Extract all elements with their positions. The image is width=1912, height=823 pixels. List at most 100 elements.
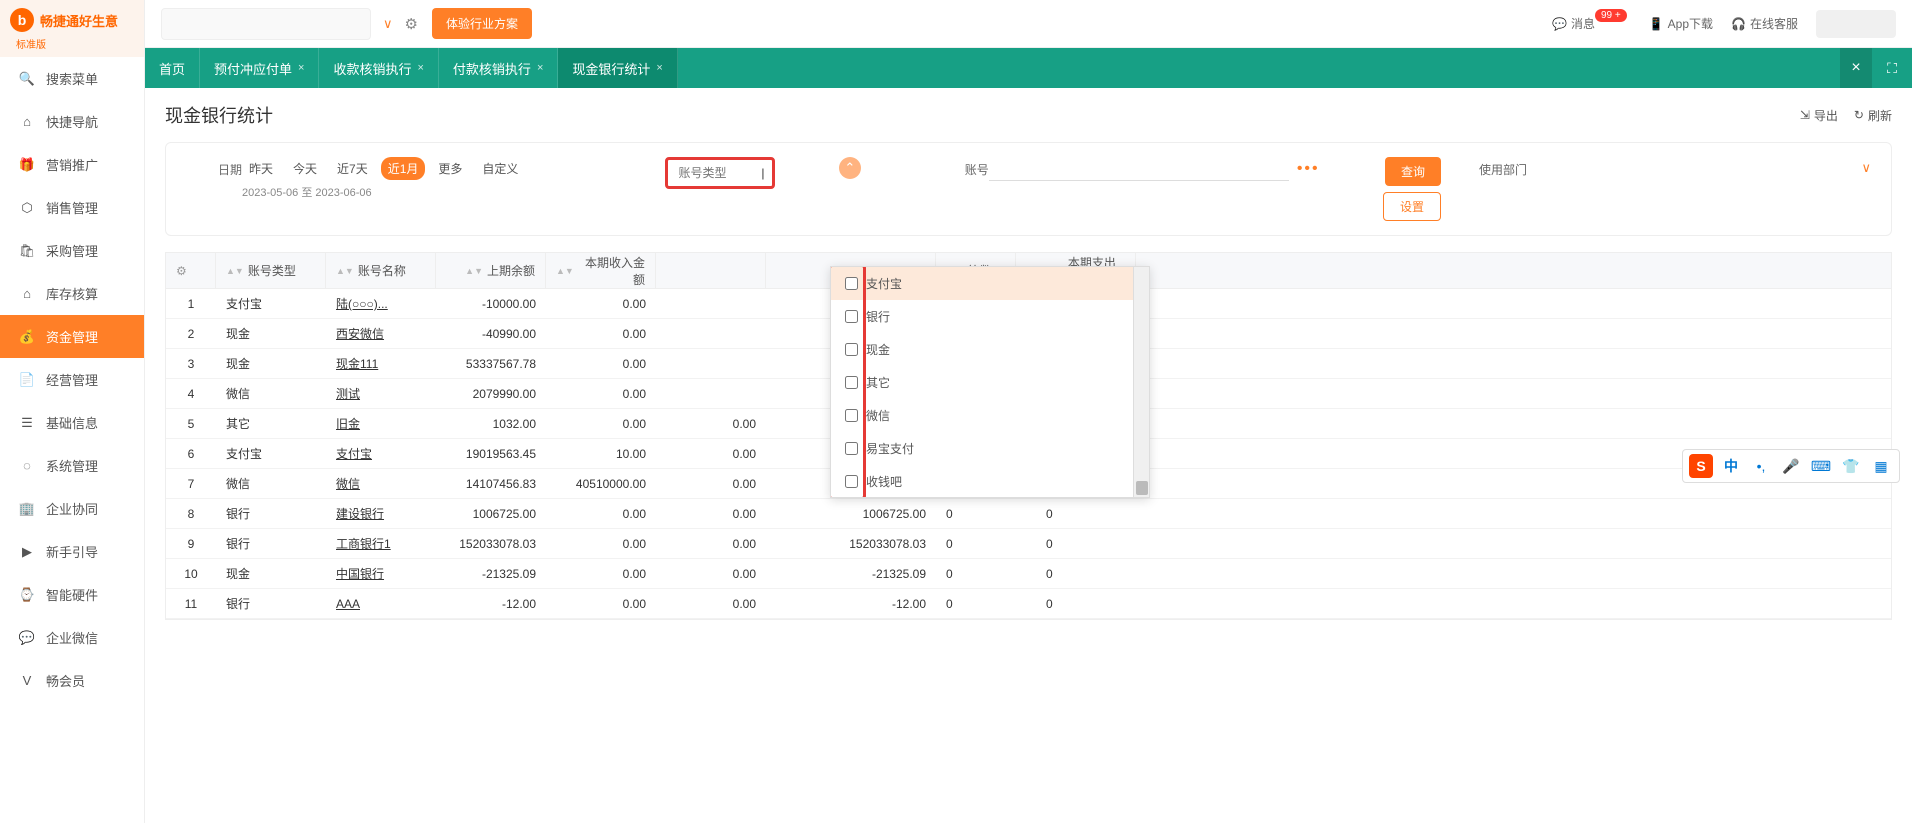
date-option-自定义[interactable]: 自定义	[475, 157, 525, 180]
org-selector[interactable]	[161, 8, 371, 40]
account-name-link[interactable]: 支付宝	[336, 447, 372, 461]
account-type-filter[interactable]: |	[665, 157, 775, 189]
option-checkbox[interactable]	[845, 376, 858, 389]
brand-name: 畅捷通好生意	[40, 11, 118, 30]
settings-button[interactable]: 设置	[1383, 192, 1441, 221]
nav-item-企业协同[interactable]: 🏢企业协同	[0, 487, 144, 530]
date-range-text: 2023-05-06 至 2023-06-06	[242, 184, 525, 200]
account-type-dropdown: 支付宝银行现金其它微信易宝支付收钱吧长沙银行	[830, 266, 1150, 498]
nav-item-库存核算[interactable]: ⌂库存核算	[0, 272, 144, 315]
ime-keyboard-icon[interactable]: ⌨	[1809, 454, 1833, 478]
option-checkbox[interactable]	[845, 310, 858, 323]
nav-icon: 💰	[18, 328, 36, 346]
account-name-link[interactable]: 建设银行	[336, 507, 384, 521]
ime-skin-icon[interactable]: 👕	[1839, 454, 1863, 478]
option-checkbox[interactable]	[845, 277, 858, 290]
refresh-button[interactable]: ↻刷新	[1854, 107, 1892, 124]
scrollbar-thumb[interactable]	[1136, 481, 1148, 495]
account-type-input[interactable]	[678, 166, 762, 180]
messages-link[interactable]: 💬 消息 99 +	[1552, 15, 1631, 32]
topbar: ∨ ⚙ 体验行业方案 💬 消息 99 + 📱 App下载 🎧 在线客服	[145, 0, 1912, 48]
ime-toolbox-icon[interactable]: ▦	[1869, 454, 1893, 478]
option-checkbox[interactable]	[845, 343, 858, 356]
collapse-filter-icon[interactable]: ⌃	[839, 157, 861, 179]
nav-item-经营管理[interactable]: 📄经营管理	[0, 358, 144, 401]
nav-item-销售管理[interactable]: ⬡销售管理	[0, 186, 144, 229]
nav-item-快捷导航[interactable]: ⌂快捷导航	[0, 100, 144, 143]
try-plan-button[interactable]: 体验行业方案	[432, 8, 532, 39]
customer-service-link[interactable]: 🎧 在线客服	[1731, 15, 1798, 32]
nav-item-新手引导[interactable]: ▶新手引导	[0, 530, 144, 573]
tab-现金银行统计[interactable]: 现金银行统计×	[558, 48, 677, 88]
ime-punct-icon[interactable]: •,	[1749, 454, 1773, 478]
account-name-link[interactable]: 陆(○○○)...	[336, 297, 388, 311]
gear-icon[interactable]: ⚙	[405, 15, 418, 33]
account-input[interactable]	[989, 157, 1289, 181]
nav-item-企业微信[interactable]: 💬企业微信	[0, 616, 144, 659]
tab-预付冲应付单[interactable]: 预付冲应付单×	[200, 48, 319, 88]
dropdown-option-支付宝[interactable]: 支付宝	[831, 267, 1149, 300]
account-name-link[interactable]: 微信	[336, 477, 360, 491]
nav-item-资金管理[interactable]: 💰资金管理	[0, 315, 144, 358]
date-option-今天[interactable]: 今天	[286, 157, 324, 180]
option-checkbox[interactable]	[845, 409, 858, 422]
tab-收款核销执行[interactable]: 收款核销执行×	[319, 48, 438, 88]
tab-首页[interactable]: 首页	[145, 48, 200, 88]
nav-icon: V	[18, 672, 36, 690]
close-icon[interactable]: ×	[298, 62, 304, 74]
close-icon[interactable]: ×	[537, 62, 543, 74]
account-name-link[interactable]: 现金111	[336, 357, 378, 371]
date-option-昨天[interactable]: 昨天	[242, 157, 280, 180]
dropdown-scrollbar[interactable]	[1133, 267, 1149, 497]
nav-item-智能硬件[interactable]: ⌚智能硬件	[0, 573, 144, 616]
dropdown-option-易宝支付[interactable]: 易宝支付	[831, 432, 1149, 465]
more-filters-icon[interactable]: •••	[1297, 160, 1320, 178]
dropdown-option-微信[interactable]: 微信	[831, 399, 1149, 432]
nav-item-营销推广[interactable]: 🎁营销推广	[0, 143, 144, 186]
nav-item-基础信息[interactable]: ☰基础信息	[0, 401, 144, 444]
close-all-tabs-button[interactable]: ×	[1840, 48, 1872, 88]
brand-edition: 标准版	[0, 36, 144, 57]
table-row: 8银行建设银行1006725.000.000.001006725.0000	[166, 499, 1891, 529]
account-name-link[interactable]: 西安微信	[336, 327, 384, 341]
option-checkbox[interactable]	[845, 475, 858, 488]
dropdown-option-银行[interactable]: 银行	[831, 300, 1149, 333]
dropdown-option-现金[interactable]: 现金	[831, 333, 1149, 366]
phone-icon: 📱	[1649, 17, 1664, 31]
dept-dropdown-icon[interactable]: ∨	[1861, 160, 1871, 176]
account-name-link[interactable]: 旧金	[336, 417, 360, 431]
ime-mic-icon[interactable]: 🎤	[1779, 454, 1803, 478]
nav-icon: ◌	[18, 457, 36, 475]
org-dropdown-icon[interactable]: ∨	[383, 16, 393, 32]
nav-item-采购管理[interactable]: 🛍采购管理	[0, 229, 144, 272]
ime-lang-icon[interactable]: 中	[1719, 454, 1743, 478]
dropdown-option-其它[interactable]: 其它	[831, 366, 1149, 399]
dropdown-option-收钱吧[interactable]: 收钱吧	[831, 465, 1149, 498]
dept-label: 使用部门	[1471, 157, 1527, 178]
nav-item-畅会员[interactable]: V畅会员	[0, 659, 144, 702]
account-name-link[interactable]: 工商银行1	[336, 537, 391, 551]
nav-icon: ⌂	[18, 113, 36, 131]
close-icon[interactable]: ×	[656, 62, 662, 74]
date-option-更多[interactable]: 更多	[431, 157, 469, 180]
tab-付款核销执行[interactable]: 付款核销执行×	[439, 48, 558, 88]
app-download-link[interactable]: 📱 App下载	[1649, 15, 1713, 32]
search-button[interactable]: 查询	[1385, 157, 1441, 186]
sidebar: b 畅捷通好生意 标准版 🔍搜索菜单⌂快捷导航🎁营销推广⬡销售管理🛍采购管理⌂库…	[0, 0, 145, 823]
nav-item-系统管理[interactable]: ◌系统管理	[0, 444, 144, 487]
user-menu[interactable]	[1816, 10, 1896, 38]
option-checkbox[interactable]	[845, 442, 858, 455]
refresh-icon: ↻	[1854, 108, 1864, 122]
fullscreen-icon[interactable]: ⛶	[1872, 48, 1912, 88]
account-name-link[interactable]: 中国银行	[336, 567, 384, 581]
account-name-link[interactable]: AAA	[336, 597, 360, 611]
close-icon[interactable]: ×	[417, 62, 423, 74]
export-button[interactable]: ⇲导出	[1800, 107, 1838, 124]
column-settings-icon[interactable]: ⚙	[166, 253, 216, 288]
date-option-近1月[interactable]: 近1月	[381, 157, 426, 180]
account-name-link[interactable]: 测试	[336, 387, 360, 401]
date-label: 日期	[186, 157, 242, 178]
nav-item-搜索菜单[interactable]: 🔍搜索菜单	[0, 57, 144, 100]
sogou-icon[interactable]: S	[1689, 454, 1713, 478]
date-option-近7天[interactable]: 近7天	[330, 157, 375, 180]
